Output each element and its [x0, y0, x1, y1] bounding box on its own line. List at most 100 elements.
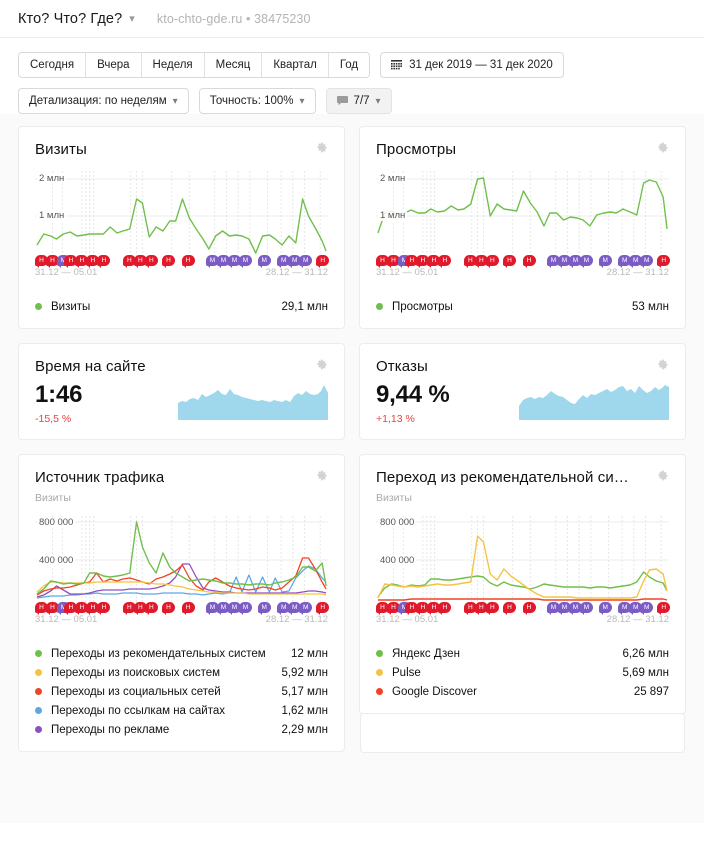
legend-item[interactable]: Google Discover 25 897	[376, 682, 669, 701]
event-marker-group[interactable]: Н	[181, 601, 195, 615]
event-marker-group[interactable]: ММММ	[546, 601, 593, 615]
memorable-date-marker-badge[interactable]: М	[598, 254, 612, 268]
legend-item[interactable]: Pulse 5,69 млн	[376, 663, 669, 682]
dashboard-scroll-area[interactable]: Визиты 2 млн 1 млн Н Н Н Н Н Н Н Н Н Н Н…	[0, 114, 704, 823]
gear-icon[interactable]	[656, 141, 669, 159]
event-marker-group[interactable]: ННН	[463, 254, 499, 268]
legend-item[interactable]: Переходы по ссылкам на сайтах 1,62 млн	[35, 701, 328, 720]
memorable-date-marker-badge[interactable]: М	[299, 601, 313, 615]
holiday-marker-badge[interactable]: Н	[316, 601, 330, 615]
legend-item[interactable]: Переходы из социальных сетей 5,17 млн	[35, 682, 328, 701]
event-marker-group[interactable]: Н	[181, 254, 195, 268]
holiday-marker-badge[interactable]: Н	[97, 254, 111, 268]
legend-item[interactable]: Просмотры 53 млн	[376, 297, 669, 316]
holiday-marker-badge[interactable]: Н	[485, 601, 499, 615]
holiday-marker-badge[interactable]: Н	[161, 254, 175, 268]
holiday-marker-badge[interactable]: Н	[502, 254, 516, 268]
event-marker-group[interactable]: ММММ	[546, 254, 593, 268]
legend-item[interactable]: Переходы по рекламе 2,29 млн	[35, 720, 328, 739]
holiday-marker-badge[interactable]: Н	[97, 601, 111, 615]
holiday-marker-badge[interactable]: Н	[181, 254, 195, 268]
period-button-week[interactable]: Неделя	[141, 53, 205, 77]
holiday-marker-badge[interactable]: Н	[316, 254, 330, 268]
event-marker-group[interactable]: Н	[522, 601, 536, 615]
event-marker-group[interactable]: М	[598, 254, 612, 268]
gear-icon[interactable]	[315, 141, 328, 159]
event-markers[interactable]: ННМНННННННННММММММММН	[376, 600, 671, 615]
memorable-date-marker-badge[interactable]: М	[257, 254, 271, 268]
holiday-marker-badge[interactable]: Н	[144, 601, 158, 615]
legend-item[interactable]: Переходы из рекомендательных систем 12 м…	[35, 644, 328, 663]
period-button-month[interactable]: Месяц	[204, 53, 263, 77]
event-marker-group[interactable]: Н	[522, 254, 536, 268]
memorable-date-marker-badge[interactable]: М	[579, 601, 593, 615]
period-button-quarter[interactable]: Квартал	[262, 53, 329, 77]
date-range-picker[interactable]: 31 дек 2019 — 31 дек 2020	[380, 52, 564, 78]
holiday-marker-badge[interactable]: Н	[181, 601, 195, 615]
event-marker-group[interactable]: Н	[657, 254, 671, 268]
event-marker-group[interactable]: Н	[161, 254, 175, 268]
event-marker-group[interactable]: НННН	[405, 601, 452, 615]
legend-item[interactable]: Переходы из поисковых систем 5,92 млн	[35, 663, 328, 682]
gear-icon[interactable]	[656, 469, 669, 487]
period-button-today[interactable]: Сегодня	[19, 53, 87, 77]
event-marker-group[interactable]: НННН	[64, 601, 111, 615]
memorable-date-marker-badge[interactable]: М	[598, 601, 612, 615]
event-marker-group[interactable]: ННН	[122, 254, 158, 268]
memorable-date-marker-badge[interactable]: М	[257, 601, 271, 615]
memorable-date-marker-badge[interactable]: М	[299, 254, 313, 268]
event-marker-group[interactable]: НННН	[405, 254, 452, 268]
event-marker-group[interactable]: МММ	[618, 254, 654, 268]
widgets-count-dropdown[interactable]: 7/7 ▾	[325, 88, 392, 114]
detail-level-dropdown[interactable]: Детализация: по неделям ▾	[18, 88, 189, 114]
event-marker-group[interactable]: МММ	[618, 601, 654, 615]
event-marker-group[interactable]: ММММ	[205, 254, 252, 268]
period-button-yesterday[interactable]: Вчера	[86, 53, 142, 77]
event-marker-group[interactable]: Н	[316, 601, 330, 615]
event-marker-group[interactable]: МММ	[277, 601, 313, 615]
event-marker-group[interactable]: ННМ	[376, 601, 411, 615]
event-marker-group[interactable]: ННН	[463, 601, 499, 615]
accuracy-dropdown[interactable]: Точность: 100% ▾	[198, 88, 316, 114]
gear-icon[interactable]	[315, 469, 328, 487]
event-markers[interactable]: ННМНННННННННММММММММН	[35, 600, 330, 615]
event-marker-group[interactable]: ННМ	[35, 601, 70, 615]
site-selector[interactable]: Кто? Что? Где? ▾	[18, 11, 135, 27]
event-markers[interactable]: ННМНННННННННММММММММН	[35, 253, 330, 268]
memorable-date-marker-badge[interactable]: М	[238, 254, 252, 268]
event-marker-group[interactable]: ММММ	[205, 601, 252, 615]
legend-item[interactable]: Визиты 29,1 млн	[35, 297, 328, 316]
holiday-marker-badge[interactable]: Н	[161, 601, 175, 615]
memorable-date-marker-badge[interactable]: М	[238, 601, 252, 615]
holiday-marker-badge[interactable]: Н	[657, 254, 671, 268]
event-marker-group[interactable]: ННН	[122, 601, 158, 615]
event-marker-group[interactable]: ННМ	[376, 254, 411, 268]
holiday-marker-badge[interactable]: Н	[438, 254, 452, 268]
holiday-marker-badge[interactable]: Н	[144, 254, 158, 268]
memorable-date-marker-badge[interactable]: М	[640, 254, 654, 268]
legend-item[interactable]: Яндекс Дзен 6,26 млн	[376, 644, 669, 663]
event-marker-group[interactable]: МММ	[277, 254, 313, 268]
period-button-year[interactable]: Год	[328, 53, 370, 77]
memorable-date-marker-badge[interactable]: М	[579, 254, 593, 268]
event-marker-group[interactable]: Н	[502, 254, 516, 268]
memorable-date-marker-badge[interactable]: М	[640, 601, 654, 615]
event-marker-group[interactable]: Н	[161, 601, 175, 615]
event-marker-group[interactable]: Н	[316, 254, 330, 268]
holiday-marker-badge[interactable]: Н	[502, 601, 516, 615]
event-marker-group[interactable]: М	[598, 601, 612, 615]
holiday-marker-badge[interactable]: Н	[657, 601, 671, 615]
holiday-marker-badge[interactable]: Н	[522, 601, 536, 615]
event-marker-group[interactable]: Н	[657, 601, 671, 615]
event-markers[interactable]: ННМНННННННННММММММММН	[376, 253, 671, 268]
event-marker-group[interactable]: М	[257, 601, 271, 615]
holiday-marker-badge[interactable]: Н	[485, 254, 499, 268]
gear-icon[interactable]	[656, 358, 669, 376]
holiday-marker-badge[interactable]: Н	[438, 601, 452, 615]
event-marker-group[interactable]: ННМ	[35, 254, 70, 268]
event-marker-group[interactable]: М	[257, 254, 271, 268]
event-marker-group[interactable]: НННН	[64, 254, 111, 268]
gear-icon[interactable]	[315, 358, 328, 376]
event-marker-group[interactable]: Н	[502, 601, 516, 615]
holiday-marker-badge[interactable]: Н	[522, 254, 536, 268]
